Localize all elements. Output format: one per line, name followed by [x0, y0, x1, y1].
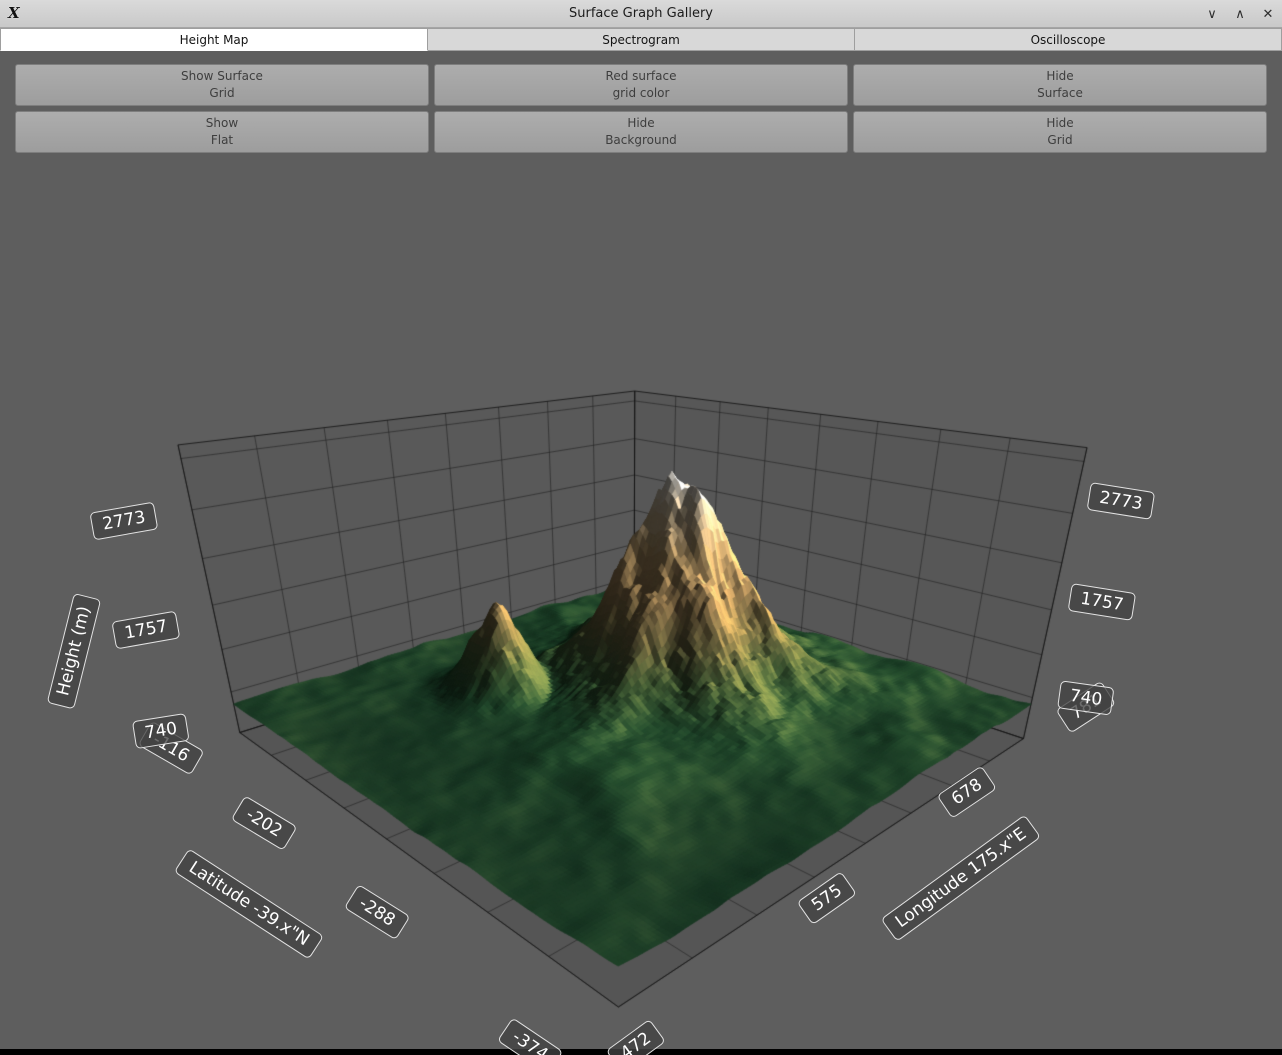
- button-label-line: grid color: [613, 85, 670, 102]
- app-icon: X: [8, 4, 26, 23]
- button-label-line: Show Surface: [181, 68, 263, 85]
- window-controls: ∨ ∧ ✕: [1204, 0, 1276, 28]
- tab-spectrogram[interactable]: Spectrogram: [428, 28, 855, 51]
- minimize-button[interactable]: ∨: [1204, 7, 1220, 22]
- surface-3d-view[interactable]: [0, 159, 1282, 1055]
- button-label-line: Flat: [211, 132, 233, 149]
- button-label-line: Grid: [1047, 132, 1072, 149]
- tab-height-map[interactable]: Height Map: [0, 28, 428, 51]
- button-label-line: Hide: [1046, 115, 1073, 132]
- title-bar[interactable]: X Surface Graph Gallery ∨ ∧ ✕: [0, 0, 1282, 28]
- close-button[interactable]: ✕: [1260, 7, 1276, 22]
- tab-bar: Height Map Spectrogram Oscilloscope: [0, 28, 1282, 51]
- window-title: Surface Graph Gallery: [569, 6, 713, 21]
- button-label-line: Hide: [627, 115, 654, 132]
- toggle-surface-grid-button[interactable]: Show Surface Grid: [15, 64, 429, 106]
- button-label-line: Background: [605, 132, 677, 149]
- toolbar-row-2: Show Flat Hide Background Hide Grid: [15, 111, 1267, 153]
- toggle-surface-button[interactable]: Hide Surface: [853, 64, 1267, 106]
- toolbar-row-1: Show Surface Grid Red surface grid color…: [15, 64, 1267, 106]
- maximize-button[interactable]: ∧: [1232, 7, 1248, 22]
- toggle-flat-shading-button[interactable]: Show Flat: [15, 111, 429, 153]
- toggle-background-button[interactable]: Hide Background: [434, 111, 848, 153]
- button-label-line: Show: [206, 115, 238, 132]
- button-label-line: Red surface: [606, 68, 677, 85]
- surface-grid-color-button[interactable]: Red surface grid color: [434, 64, 848, 106]
- button-label-line: Grid: [209, 85, 234, 102]
- toggle-grid-button[interactable]: Hide Grid: [853, 111, 1267, 153]
- height-map-panel: Show Surface Grid Red surface grid color…: [0, 51, 1282, 1055]
- tab-oscilloscope[interactable]: Oscilloscope: [855, 28, 1282, 51]
- bottom-screen-strip: [0, 1049, 1282, 1055]
- app-window: X Surface Graph Gallery ∨ ∧ ✕ Height Map…: [0, 0, 1282, 1055]
- button-label-line: Hide: [1046, 68, 1073, 85]
- button-label-line: Surface: [1037, 85, 1083, 102]
